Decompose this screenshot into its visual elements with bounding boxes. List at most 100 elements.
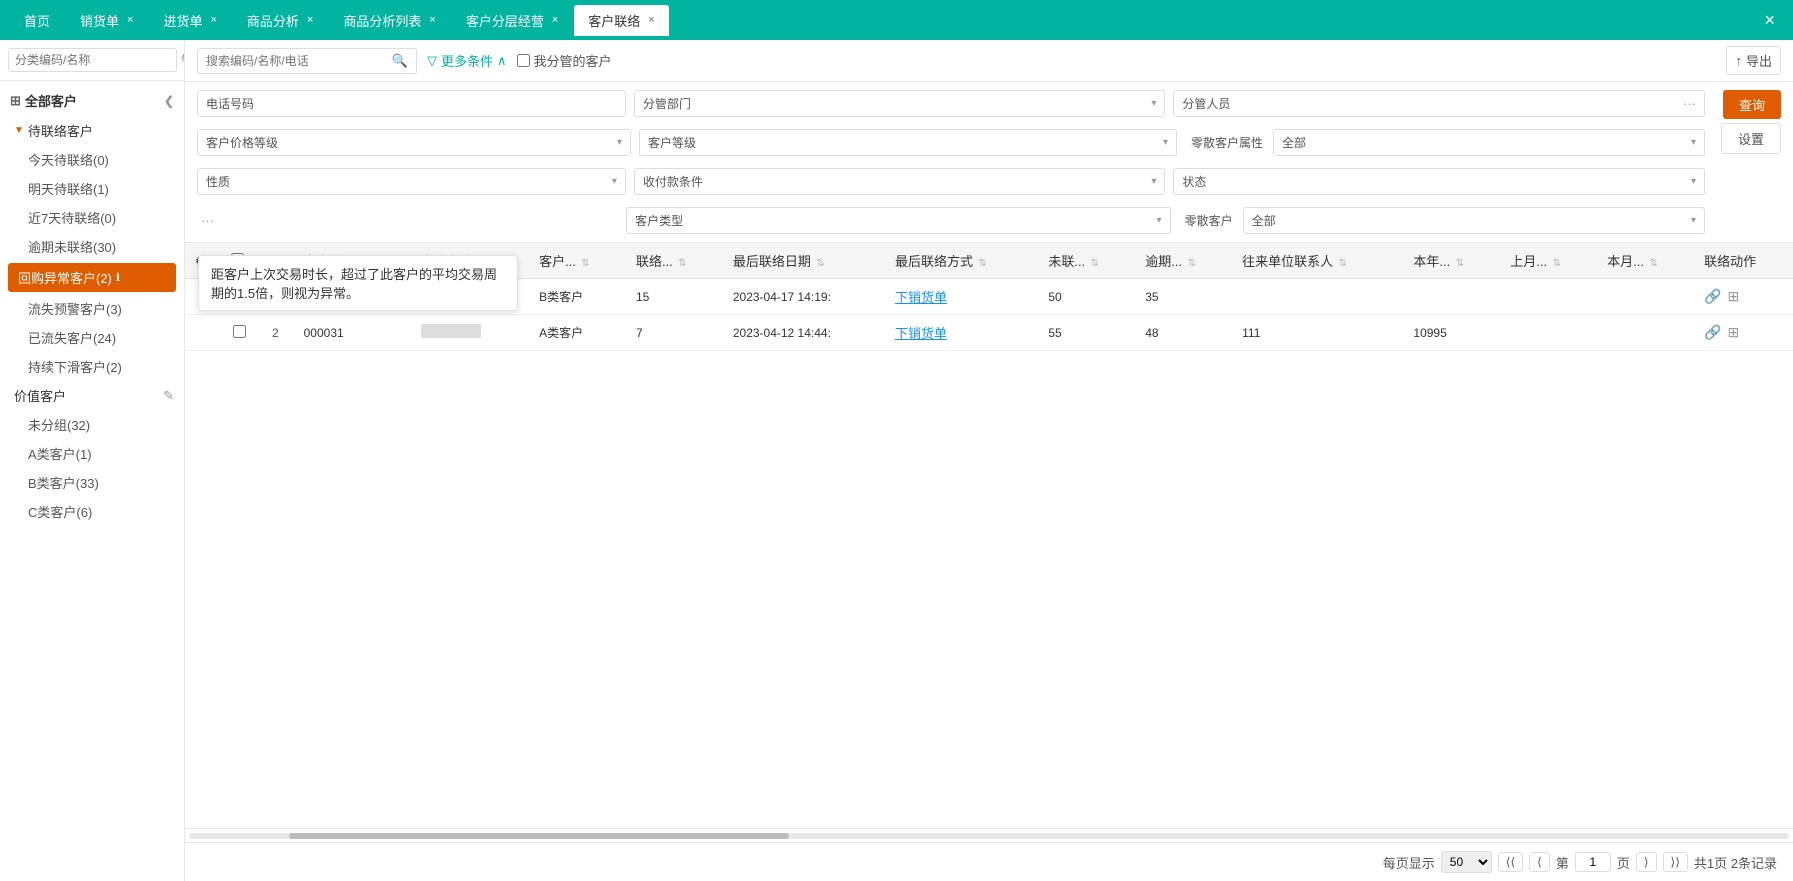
sidebar-search-input[interactable]	[8, 48, 177, 72]
next-page-btn[interactable]: ⟩	[1636, 852, 1657, 872]
col-action: 联络动作	[1694, 243, 1793, 279]
tab-home[interactable]: 首页	[10, 5, 64, 36]
filter-scattered-attr-select[interactable]: 全部 ▾	[1273, 129, 1705, 156]
col-this-year[interactable]: 本年... ⇅	[1403, 243, 1500, 279]
col-contact[interactable]: 联络... ⇅	[626, 243, 723, 279]
sidebar-item-b-class[interactable]: B类客户(33)	[0, 468, 184, 497]
first-page-btn[interactable]: ⟨⟨	[1498, 852, 1523, 872]
tab-analysis-list[interactable]: 商品分析列表 ×	[329, 5, 449, 36]
tab-customer-contact[interactable]: 客户联络 ×	[574, 5, 668, 36]
more-conditions-btn[interactable]: ▽ 更多条件 ∧	[427, 51, 507, 70]
filter-phone[interactable]: 电话号码	[197, 90, 626, 117]
tab-customer-segments[interactable]: 客户分层经营 ×	[452, 5, 572, 36]
sidebar-item-c-class[interactable]: C类客户(6)	[0, 497, 184, 526]
prev-page-btn[interactable]: ⟨	[1529, 852, 1550, 872]
tab-sales-close[interactable]: ×	[127, 14, 133, 26]
tab-sales[interactable]: 销货单 ×	[66, 5, 147, 36]
action-buttons: 查询 设置	[1713, 90, 1781, 154]
search-icon[interactable]: 🔍	[392, 53, 408, 69]
grid-icon: ⊞	[10, 93, 21, 109]
filter-customer-type[interactable]: 客户类型 ▾	[626, 207, 1170, 234]
row-settings[interactable]	[185, 315, 221, 351]
settings-button[interactable]: 设置	[1721, 123, 1781, 154]
filter-dept[interactable]: 分管部门 ▾	[634, 90, 1166, 117]
col-unreached[interactable]: 未联... ⇅	[1038, 243, 1135, 279]
tab-analysis-close[interactable]: ×	[307, 14, 313, 26]
tab-purchase-close[interactable]: ×	[210, 14, 216, 26]
sort-icon: ⇅	[1649, 258, 1657, 269]
per-page-label: 每页显示	[1383, 853, 1435, 872]
sidebar-all-section: ⊞ 全部客户 ❮ ▼ 待联络客户 今天待联络(0) 明天待联络(1) 近7天待联…	[0, 81, 184, 530]
content-area: 🔍 ▽ 更多条件 ∧ 我分管的客户 ↑ 导出	[185, 40, 1793, 881]
col-last-method[interactable]: 最后联络方式 ⇅	[885, 243, 1038, 279]
export-button[interactable]: ↑ 导出	[1726, 46, 1781, 75]
tooltip-box: 距客户上次交易时长，超过了此客户的平均交易周期的1.5倍，则视为异常。	[198, 255, 518, 311]
filter-customer-level[interactable]: 客户等级 ▾	[639, 129, 1177, 156]
search-input[interactable]	[206, 54, 388, 68]
scroll-track	[189, 833, 1789, 839]
filter-row-4: ··· 客户类型 ▾ 零散客户 全部 ▾	[197, 207, 1705, 234]
col-unit-contact[interactable]: 往来单位联系人 ⇅	[1232, 243, 1403, 279]
row-contact: 15	[626, 279, 723, 315]
tab-analysis[interactable]: 商品分析 ×	[233, 5, 327, 36]
dots-icon[interactable]: ···	[1683, 96, 1696, 111]
horizontal-scrollbar[interactable]	[185, 828, 1793, 842]
page-number-input[interactable]	[1575, 852, 1611, 872]
col-type[interactable]: 客户... ⇅	[529, 243, 626, 279]
link-action-icon[interactable]: 🔗	[1704, 324, 1721, 341]
row-select-checkbox[interactable]	[233, 325, 246, 338]
sidebar-item-loss-warning[interactable]: 流失预警客户(3)	[0, 294, 184, 323]
sidebar-item-today[interactable]: 今天待联络(0)	[0, 145, 184, 174]
sidebar-collapse-btn[interactable]: ❮	[164, 94, 174, 108]
col-last-date[interactable]: 最后联络日期 ⇅	[723, 243, 885, 279]
more-dots-icon[interactable]: ···	[201, 213, 214, 228]
sidebar-item-overdue[interactable]: 逾期未联络(30)	[0, 232, 184, 261]
my-customer-checkbox[interactable]	[517, 54, 530, 67]
sort-icon: ⇅	[1552, 258, 1560, 269]
last-page-btn[interactable]: ⟩⟩	[1663, 852, 1688, 872]
row-name[interactable]	[411, 315, 529, 351]
tab-sales-label: 销货单	[80, 11, 119, 30]
filter-payment[interactable]: 收付款条件 ▾	[634, 168, 1166, 195]
tab-purchase-label: 进货单	[163, 11, 202, 30]
filter-nature[interactable]: 性质 ▾	[197, 168, 626, 195]
row-checkbox[interactable]	[221, 315, 257, 351]
window-close-button[interactable]: ×	[1756, 6, 1783, 35]
link-action-icon[interactable]: 🔗	[1704, 288, 1721, 305]
sidebar-item-a-class[interactable]: A类客户(1)	[0, 439, 184, 468]
filter-person[interactable]: 分管人员 ···	[1173, 90, 1705, 117]
filter-status[interactable]: 状态 ▾	[1173, 168, 1705, 195]
tab-customer-segments-close[interactable]: ×	[552, 14, 558, 26]
sidebar-item-declining[interactable]: 持续下滑客户(2)	[0, 352, 184, 381]
tab-customer-contact-close[interactable]: ×	[648, 14, 654, 26]
filter-bar: 🔍 ▽ 更多条件 ∧ 我分管的客户 ↑ 导出	[185, 40, 1793, 82]
sidebar-repurchase-anomaly[interactable]: 回购异常客户(2) ℹ	[8, 263, 176, 292]
row-last-method[interactable]: 下销货单	[885, 279, 1038, 315]
sidebar-item-tomorrow[interactable]: 明天待联络(1)	[0, 174, 184, 203]
per-page-select[interactable]: 50 10 20 100	[1441, 851, 1492, 873]
row-last-method[interactable]: 下销货单	[885, 315, 1038, 351]
col-overdue[interactable]: 逾期... ⇅	[1135, 243, 1232, 279]
filter-price-level[interactable]: 客户价格等级 ▾	[197, 129, 631, 156]
table-area[interactable]: ⚙ # 客户编码 ⇅ 客户名称 ⇅	[185, 243, 1793, 828]
pending-group-label: 待联络客户	[28, 121, 93, 140]
col-last-month[interactable]: 上月... ⇅	[1500, 243, 1597, 279]
sidebar-pending-group[interactable]: ▼ 待联络客户	[0, 116, 184, 145]
grid-action-icon[interactable]: ⊞	[1728, 324, 1740, 341]
main-layout: 🔍 ⊞ 全部客户 ❮ ▼ 待联络客户 今天待联络(0) 明天待联络(1) 近7天…	[0, 40, 1793, 881]
sidebar: 🔍 ⊞ 全部客户 ❮ ▼ 待联络客户 今天待联络(0) 明天待联络(1) 近7天…	[0, 40, 185, 881]
sidebar-item-ungrouped[interactable]: 未分组(32)	[0, 410, 184, 439]
sidebar-value-group: 价值客户 ✎	[0, 381, 184, 410]
edit-icon[interactable]: ✎	[163, 388, 174, 404]
row-code[interactable]: 000031	[294, 315, 412, 351]
tab-analysis-list-close[interactable]: ×	[429, 14, 435, 26]
filter-scattered-select[interactable]: 全部 ▾	[1243, 207, 1705, 234]
sidebar-item-lost[interactable]: 已流失客户(24)	[0, 323, 184, 352]
sidebar-item-7days[interactable]: 近7天待联络(0)	[0, 203, 184, 232]
grid-action-icon[interactable]: ⊞	[1728, 288, 1740, 305]
sidebar-all-customers[interactable]: ⊞ 全部客户 ❮	[0, 85, 184, 116]
query-button[interactable]: 查询	[1723, 90, 1781, 119]
scroll-thumb[interactable]	[289, 833, 789, 839]
tab-purchase[interactable]: 进货单 ×	[149, 5, 230, 36]
col-this-month[interactable]: 本月... ⇅	[1597, 243, 1694, 279]
